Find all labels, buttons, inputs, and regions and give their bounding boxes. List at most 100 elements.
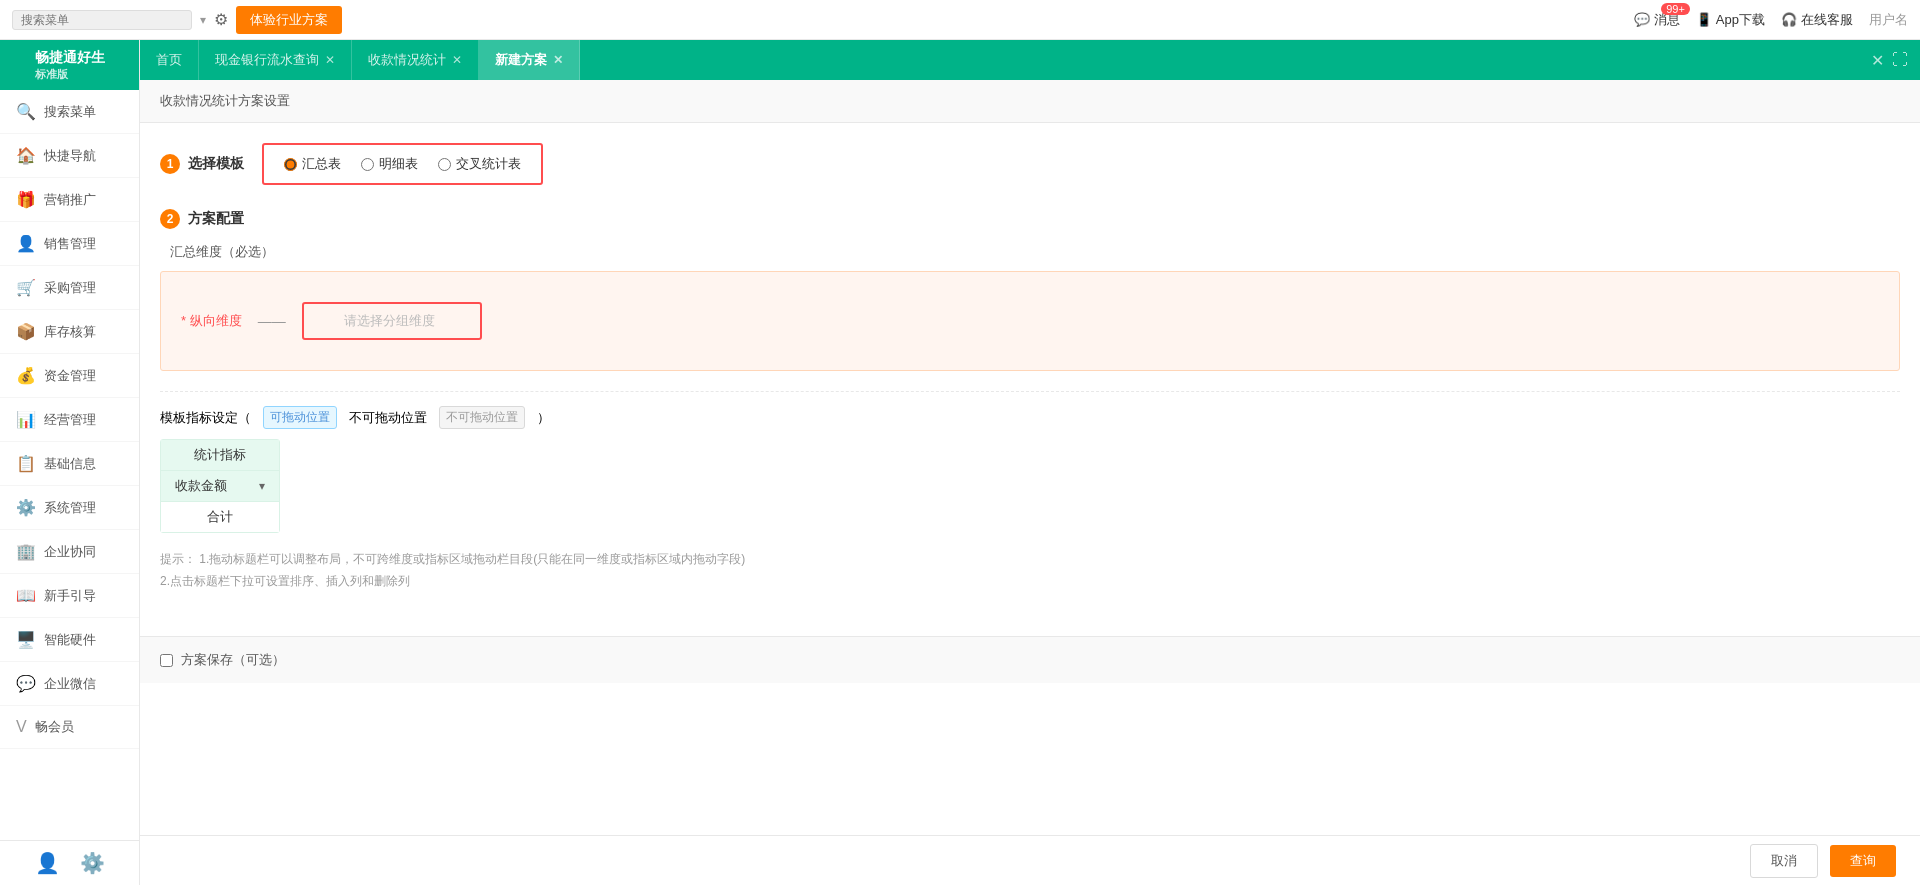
sidebar-item-label: 经营管理 — [44, 411, 96, 429]
radio-cross-input[interactable] — [438, 158, 451, 171]
sidebar-item-label: 采购管理 — [44, 279, 96, 297]
clipboard-icon: 📋 — [16, 454, 36, 473]
settings-icon[interactable]: ⚙ — [214, 10, 228, 29]
logo-main: 畅捷通好生 — [35, 49, 105, 67]
page-header: 收款情况统计方案设置 — [140, 80, 1920, 123]
tab-collection-stats-label: 收款情况统计 — [368, 51, 446, 69]
tab-new-plan-label: 新建方案 — [495, 51, 547, 69]
save-label: 方案保存（可选） — [181, 651, 285, 669]
tab-collection-stats-close[interactable]: ✕ — [452, 53, 462, 67]
tip-line-2: 2.点击标题栏下拉可设置排序、插入列和删除列 — [160, 571, 1900, 593]
tab-expand-btn[interactable]: ⛶ — [1892, 51, 1908, 69]
step1-label: 选择模板 — [188, 155, 244, 173]
gear-icon: ⚙️ — [16, 498, 36, 517]
user-icon: 👤 — [16, 234, 36, 253]
tab-close-all-btn[interactable]: ✕ — [1871, 51, 1884, 70]
sidebar-item-label: 智能硬件 — [44, 631, 96, 649]
sidebar-item-purchase[interactable]: 🛒 采购管理 — [0, 266, 139, 310]
cancel-button[interactable]: 取消 — [1750, 844, 1818, 878]
radio-cross[interactable]: 交叉统计表 — [438, 155, 521, 173]
dim-required-star: * 纵向维度 — [181, 312, 242, 330]
tips-area: 提示： 1.拖动标题栏可以调整布局，不可跨维度或指标区域拖动栏目段(只能在同一维… — [160, 549, 1900, 592]
trial-btn[interactable]: 体验行业方案 — [236, 6, 342, 34]
metrics-col-dropdown-icon[interactable]: ▾ — [259, 479, 265, 493]
user-avatar[interactable]: 用户名 — [1869, 11, 1908, 29]
tab-new-plan-close[interactable]: ✕ — [553, 53, 563, 67]
sidebar-item-member[interactable]: V 畅会员 — [0, 706, 139, 749]
sidebar-item-sales[interactable]: 👤 销售管理 — [0, 222, 139, 266]
online-service-label: 在线客服 — [1801, 11, 1853, 29]
sidebar-item-finance[interactable]: 💰 资金管理 — [0, 354, 139, 398]
sidebar-item-label: 基础信息 — [44, 455, 96, 473]
step1-badge: 1 — [160, 154, 180, 174]
tip-text-1: 提示： 1.拖动标题栏可以调整布局，不可跨维度或指标区域拖动栏目段(只能在同一维… — [160, 549, 745, 571]
radio-detail-label: 明细表 — [379, 155, 418, 173]
breadcrumb-search[interactable] — [12, 10, 192, 30]
sidebar-item-quick-nav[interactable]: 🏠 快捷导航 — [0, 134, 139, 178]
dim-arrow-icon: —— — [258, 313, 286, 329]
step2-title: 2 方案配置 — [160, 209, 1900, 229]
metrics-col-label: 收款金额 — [175, 477, 227, 495]
sidebar-item-search[interactable]: 🔍 搜索菜单 — [0, 90, 139, 134]
sidebar-item-system[interactable]: ⚙️ 系统管理 — [0, 486, 139, 530]
tab-bar-actions: ✕ ⛶ — [1871, 40, 1920, 80]
metrics-config-title: 模板指标设定（ — [160, 409, 251, 427]
sidebar-item-enterprise[interactable]: 🏢 企业协同 — [0, 530, 139, 574]
radio-summary-input[interactable] — [284, 158, 297, 171]
dimension-row: * 纵向维度 —— 请选择分组维度 — [181, 302, 482, 340]
online-service-btn[interactable]: 🎧 在线客服 — [1781, 11, 1853, 29]
sidebar-item-label: 搜索菜单 — [44, 103, 96, 121]
sidebar-user-icon[interactable]: 👤 — [35, 851, 60, 875]
sidebar-item-label: 企业微信 — [44, 675, 96, 693]
radio-cross-label: 交叉统计表 — [456, 155, 521, 173]
dimension-area: * 纵向维度 —— 请选择分组维度 — [160, 271, 1900, 371]
sidebar-item-basic-info[interactable]: 📋 基础信息 — [0, 442, 139, 486]
app-download-btn[interactable]: 📱 App下载 — [1696, 11, 1765, 29]
not-draggable-tag: 不可拖动位置 — [439, 406, 525, 429]
tab-home[interactable]: 首页 — [140, 40, 199, 80]
building-icon: 🏢 — [16, 542, 36, 561]
metrics-total-cell: 合计 — [161, 502, 279, 532]
radio-summary[interactable]: 汇总表 — [284, 155, 341, 173]
radio-detail-input[interactable] — [361, 158, 374, 171]
sidebar: 畅捷通好生 标准版 🔍 搜索菜单 🏠 快捷导航 🎁 营销推广 👤 销售管理 🛒 … — [0, 40, 140, 885]
save-section: 方案保存（可选） — [140, 636, 1920, 683]
step2-badge: 2 — [160, 209, 180, 229]
monitor-icon: 🖥️ — [16, 630, 36, 649]
sidebar-item-operations[interactable]: 📊 经营管理 — [0, 398, 139, 442]
sidebar-settings-icon[interactable]: ⚙️ — [80, 851, 105, 875]
save-checkbox[interactable] — [160, 654, 173, 667]
metrics-col-header[interactable]: 收款金额 ▾ — [161, 471, 279, 502]
query-button[interactable]: 查询 — [1830, 845, 1896, 877]
form-body: 1 选择模板 汇总表 明细表 — [140, 123, 1920, 636]
sidebar-item-smart-hw[interactable]: 🖥️ 智能硬件 — [0, 618, 139, 662]
tab-collection-stats[interactable]: 收款情况统计 ✕ — [352, 40, 479, 80]
tab-new-plan[interactable]: 新建方案 ✕ — [479, 40, 580, 80]
member-icon: V — [16, 718, 27, 736]
dim-select-box[interactable]: 请选择分组维度 — [302, 302, 482, 340]
tab-bank-flow[interactable]: 现金银行流水查询 ✕ — [199, 40, 352, 80]
tip-line-1: 提示： 1.拖动标题栏可以调整布局，不可跨维度或指标区域拖动栏目段(只能在同一维… — [160, 549, 1900, 571]
sidebar-item-label: 企业协同 — [44, 543, 96, 561]
sidebar-item-label: 销售管理 — [44, 235, 96, 253]
money-icon: 💰 — [16, 366, 36, 385]
sidebar-item-label: 快捷导航 — [44, 147, 96, 165]
tab-bar: 首页 现金银行流水查询 ✕ 收款情况统计 ✕ 新建方案 ✕ ✕ ⛶ — [140, 40, 1920, 80]
sidebar-item-wechat[interactable]: 💬 企业微信 — [0, 662, 139, 706]
sidebar-item-marketing[interactable]: 🎁 营销推广 — [0, 178, 139, 222]
dropdown-arrow-icon[interactable]: ▾ — [200, 13, 206, 27]
sidebar-item-label: 畅会员 — [35, 718, 74, 736]
top-header: ▾ ⚙ 体验行业方案 💬 消息 99+ 📱 App下载 🎧 在线客服 用户名 — [0, 0, 1920, 40]
radio-detail[interactable]: 明细表 — [361, 155, 418, 173]
search-icon: 🔍 — [16, 102, 36, 121]
header-right: 💬 消息 99+ 📱 App下载 🎧 在线客服 用户名 — [1634, 11, 1908, 29]
msg-btn[interactable]: 💬 消息 99+ — [1634, 11, 1680, 29]
sidebar-item-newbie[interactable]: 📖 新手引导 — [0, 574, 139, 618]
tab-bank-flow-close[interactable]: ✕ — [325, 53, 335, 67]
content-area: 首页 现金银行流水查询 ✕ 收款情况统计 ✕ 新建方案 ✕ ✕ ⛶ — [140, 40, 1920, 885]
step1-section: 1 选择模板 汇总表 明细表 — [160, 143, 1900, 185]
metrics-grid: 统计指标 收款金额 ▾ 合计 — [160, 439, 280, 533]
sidebar-logo: 畅捷通好生 标准版 — [0, 40, 139, 90]
sidebar-item-inventory[interactable]: 📦 库存核算 — [0, 310, 139, 354]
main-layout: 畅捷通好生 标准版 🔍 搜索菜单 🏠 快捷导航 🎁 营销推广 👤 销售管理 🛒 … — [0, 40, 1920, 885]
